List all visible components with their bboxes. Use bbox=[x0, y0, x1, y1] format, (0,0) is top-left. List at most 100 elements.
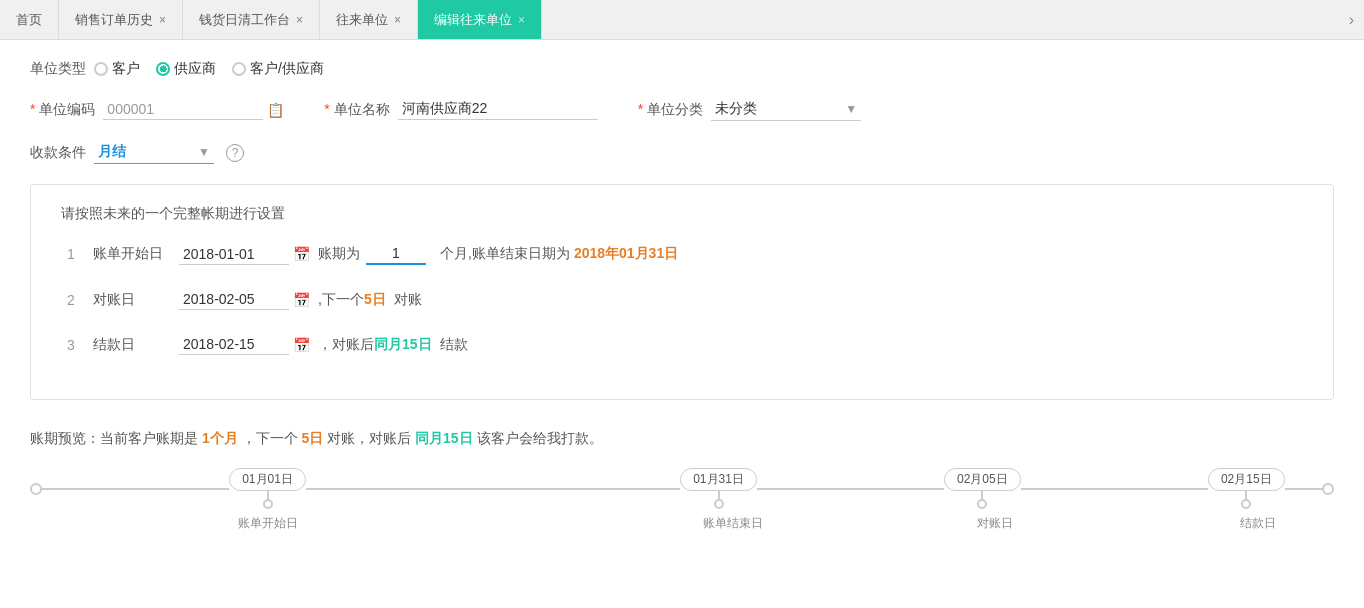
payment-highlight: 同月15日 bbox=[374, 336, 432, 354]
preview-part1: 1个月 bbox=[202, 430, 238, 446]
preview-text: 账期预览：当前客户账期是 1个月 ，下一个 5日 对账，对账后 同月15日 该客… bbox=[30, 430, 1334, 448]
tl-connector-4 bbox=[1245, 491, 1247, 499]
reconcile-desc-suffix: 对账 bbox=[394, 291, 422, 309]
unit-category-group: 单位分类 未分类 ▼ bbox=[638, 98, 861, 121]
preview-end: 该客户会给我打款。 bbox=[477, 430, 603, 446]
timeline-end-dot bbox=[1322, 483, 1334, 495]
main-content: 单位类型 客户 供应商 客户/供应商 单位编码 📋 bbox=[0, 40, 1364, 608]
preview-mid1: ，下一个 bbox=[242, 430, 298, 446]
tab-counterparty-close[interactable]: × bbox=[394, 13, 401, 27]
tab-edit-close[interactable]: × bbox=[518, 13, 525, 27]
tab-edit-counterparty[interactable]: 编辑往来单位 × bbox=[418, 0, 542, 39]
radio-both[interactable]: 客户/供应商 bbox=[232, 60, 324, 78]
period-prefix: 账期为 bbox=[318, 245, 360, 263]
timeline-node-3: 02月05日 bbox=[944, 468, 1021, 509]
unit-code-icon[interactable]: 📋 bbox=[267, 102, 284, 118]
preview-mid2: 对账，对账后 bbox=[327, 430, 411, 446]
preview-part2: 5日 bbox=[301, 430, 323, 446]
tl-label-4: 结款日 bbox=[1228, 515, 1288, 532]
payment-dropdown-icon: ▼ bbox=[198, 145, 210, 159]
payment-select[interactable]: 月结 ▼ bbox=[94, 141, 214, 164]
tab-sales-history[interactable]: 销售订单历史 × bbox=[59, 0, 183, 39]
reconcile-date-input[interactable] bbox=[179, 289, 289, 310]
tl-dot-2 bbox=[714, 499, 724, 509]
tab-home[interactable]: 首页 bbox=[0, 0, 59, 39]
tab-bar: 首页 销售订单历史 × 钱货日清工作台 × 往来单位 × 编辑往来单位 × › bbox=[0, 0, 1364, 40]
reconcile-highlight: 5日 bbox=[364, 291, 386, 309]
row-label-3: 结款日 bbox=[93, 336, 163, 354]
tl-dot-3 bbox=[977, 499, 987, 509]
setting-row-2: 2 对账日 📅 ,下一个 5日 对账 bbox=[61, 289, 1303, 310]
timeline-badge-2: 01月31日 bbox=[680, 468, 757, 491]
reconcile-desc-prefix: ,下一个 bbox=[318, 291, 364, 309]
tl-dot-1 bbox=[263, 499, 273, 509]
start-date-input[interactable] bbox=[179, 244, 289, 265]
timeline-line-4 bbox=[1021, 488, 1208, 490]
unit-code-input[interactable] bbox=[103, 99, 263, 120]
tab-more-button[interactable]: › bbox=[1339, 11, 1364, 29]
help-icon[interactable]: ? bbox=[226, 144, 244, 162]
row-label-2: 对账日 bbox=[93, 291, 163, 309]
start-date-cal-icon[interactable]: 📅 bbox=[293, 246, 310, 262]
timeline-line-3 bbox=[757, 488, 944, 490]
tl-label-3: 对账日 bbox=[965, 515, 1025, 532]
timeline-badge-3: 02月05日 bbox=[944, 468, 1021, 491]
row-num-1: 1 bbox=[61, 246, 81, 262]
timeline-start-dot bbox=[30, 483, 42, 495]
tab-sales-close[interactable]: × bbox=[159, 13, 166, 27]
setting-row-3: 3 结款日 📅 ，对账后 同月15日 结款 bbox=[61, 334, 1303, 355]
radio-both-label: 客户/供应商 bbox=[250, 60, 324, 78]
tab-cash-close[interactable]: × bbox=[296, 13, 303, 27]
unit-code-group: 单位编码 📋 bbox=[30, 99, 284, 120]
timeline-badge-1: 01月01日 bbox=[229, 468, 306, 491]
payment-date-input[interactable] bbox=[179, 334, 289, 355]
timeline-node-4: 02月15日 bbox=[1208, 468, 1285, 509]
reconcile-date-cal-icon[interactable]: 📅 bbox=[293, 292, 310, 308]
preview-section: 账期预览：当前客户账期是 1个月 ，下一个 5日 对账，对账后 同月15日 该客… bbox=[30, 420, 1334, 542]
radio-supplier-circle bbox=[156, 62, 170, 76]
timeline-badge-4: 02月15日 bbox=[1208, 468, 1285, 491]
tab-counterparty[interactable]: 往来单位 × bbox=[320, 0, 418, 39]
timeline-line-1 bbox=[42, 488, 229, 490]
timeline-line-5 bbox=[1285, 488, 1322, 490]
tab-cash-label: 钱货日清工作台 bbox=[199, 11, 290, 29]
tab-cash-work[interactable]: 钱货日清工作台 × bbox=[183, 0, 320, 39]
category-dropdown-icon: ▼ bbox=[845, 102, 857, 116]
radio-group: 客户 供应商 客户/供应商 bbox=[94, 60, 324, 78]
timeline-node-1: 01月01日 bbox=[229, 468, 306, 509]
tab-edit-label: 编辑往来单位 bbox=[434, 11, 512, 29]
settings-panel: 请按照未来的一个完整帐期进行设置 1 账单开始日 📅 账期为 个月,账单结束日期… bbox=[30, 184, 1334, 400]
unit-name-label: 单位名称 bbox=[324, 101, 389, 119]
unit-type-row: 单位类型 客户 供应商 客户/供应商 bbox=[30, 60, 1334, 78]
radio-customer-circle bbox=[94, 62, 108, 76]
row-num-2: 2 bbox=[61, 292, 81, 308]
period-value-input[interactable] bbox=[366, 243, 426, 265]
row-label-1: 账单开始日 bbox=[93, 245, 163, 263]
unit-type-group: 单位类型 客户 供应商 客户/供应商 bbox=[30, 60, 324, 78]
radio-supplier-label: 供应商 bbox=[174, 60, 216, 78]
radio-customer[interactable]: 客户 bbox=[94, 60, 140, 78]
setting-row-1: 1 账单开始日 📅 账期为 个月,账单结束日期为 2018年01月31日 bbox=[61, 243, 1303, 265]
tl-label-2: 账单结束日 bbox=[703, 515, 763, 532]
unit-category-select[interactable]: 未分类 ▼ bbox=[711, 98, 861, 121]
radio-both-circle bbox=[232, 62, 246, 76]
timeline-labels-row: 账单开始日 账单结束日 对账日 结款日 bbox=[30, 515, 1334, 532]
radio-supplier[interactable]: 供应商 bbox=[156, 60, 216, 78]
unit-name-group: 单位名称 bbox=[324, 99, 597, 120]
payment-label: 收款条件 bbox=[30, 144, 86, 162]
preview-part3: 同月15日 bbox=[415, 430, 473, 446]
payment-desc-suffix: 结款 bbox=[440, 336, 468, 354]
row-num-3: 3 bbox=[61, 337, 81, 353]
tl-connector-1 bbox=[267, 491, 269, 499]
unit-category-label: 单位分类 bbox=[638, 101, 703, 119]
timeline-wrapper: 01月01日 01月31日 02月05日 bbox=[30, 468, 1334, 532]
timeline-top-row: 01月01日 01月31日 02月05日 bbox=[30, 468, 1334, 509]
tab-counterparty-label: 往来单位 bbox=[336, 11, 388, 29]
payment-desc-prefix: ，对账后 bbox=[318, 336, 374, 354]
tl-connector-2 bbox=[718, 491, 720, 499]
tl-connector-3 bbox=[981, 491, 983, 499]
unit-name-input[interactable] bbox=[398, 99, 598, 120]
payment-date-cal-icon[interactable]: 📅 bbox=[293, 337, 310, 353]
tab-sales-label: 销售订单历史 bbox=[75, 11, 153, 29]
unit-type-label: 单位类型 bbox=[30, 60, 86, 78]
